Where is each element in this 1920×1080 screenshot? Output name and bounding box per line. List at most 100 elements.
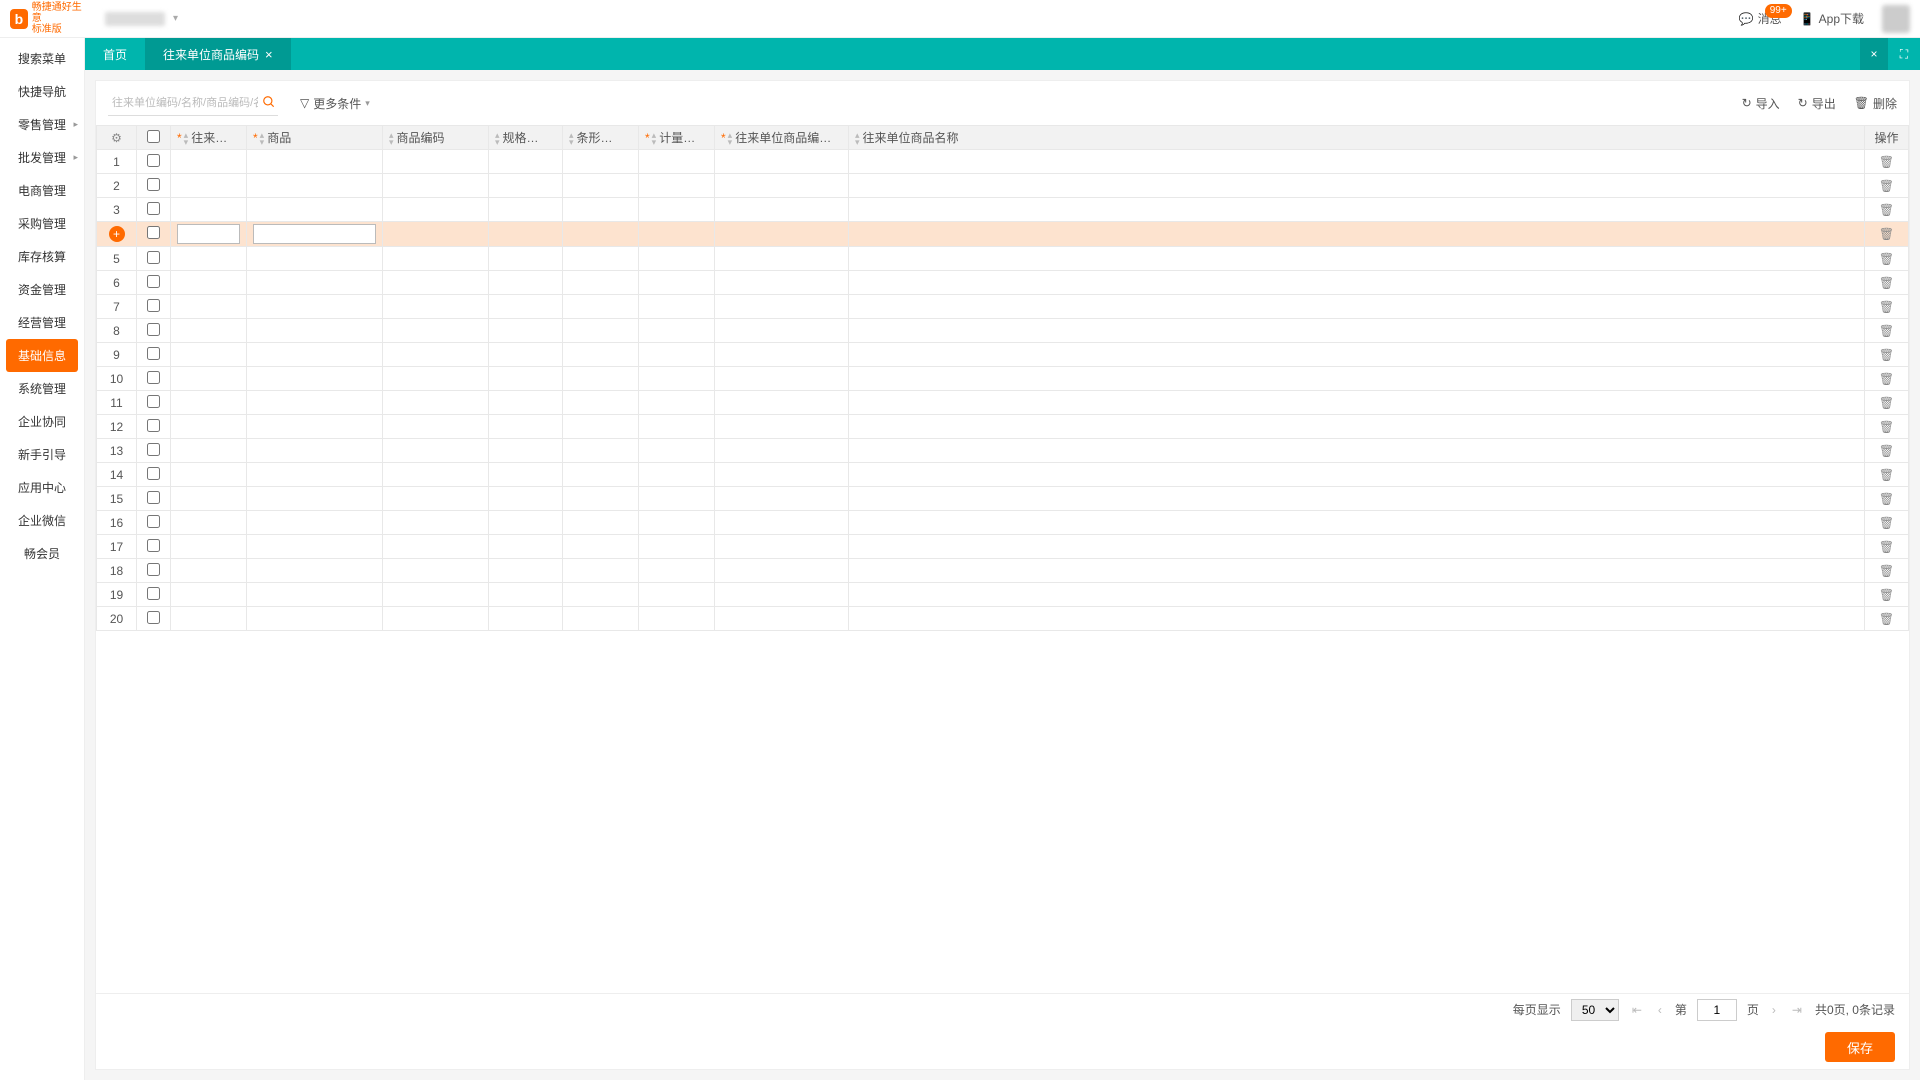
cell[interactable]: [715, 583, 849, 607]
table-row[interactable]: 12🗑: [97, 415, 1909, 439]
cell-edit-input[interactable]: [177, 224, 240, 244]
row-checkbox[interactable]: [147, 491, 160, 504]
cell[interactable]: [247, 439, 383, 463]
cell[interactable]: [563, 487, 639, 511]
cell[interactable]: [247, 174, 383, 198]
cell[interactable]: [639, 559, 715, 583]
cell[interactable]: [639, 271, 715, 295]
cell[interactable]: [489, 198, 563, 222]
cell[interactable]: [247, 150, 383, 174]
cell[interactable]: [849, 319, 1865, 343]
cell[interactable]: [489, 535, 563, 559]
cell[interactable]: [171, 607, 247, 631]
cell[interactable]: [715, 319, 849, 343]
cell[interactable]: [639, 367, 715, 391]
trash-icon[interactable]: 🗑: [1871, 300, 1902, 314]
cell[interactable]: [171, 391, 247, 415]
cell[interactable]: [563, 174, 639, 198]
trash-icon[interactable]: 🗑: [1871, 516, 1902, 530]
trash-icon[interactable]: 🗑: [1871, 540, 1902, 554]
cell[interactable]: [715, 511, 849, 535]
sidebar-item-12[interactable]: 新手引导: [0, 438, 84, 471]
cell[interactable]: [563, 247, 639, 271]
sidebar-item-1[interactable]: 快捷导航: [0, 75, 84, 108]
row-checkbox[interactable]: [147, 154, 160, 167]
row-checkbox[interactable]: [147, 347, 160, 360]
cell[interactable]: [383, 198, 489, 222]
cell[interactable]: [489, 511, 563, 535]
cell[interactable]: [383, 271, 489, 295]
cell[interactable]: [383, 174, 489, 198]
cell[interactable]: [171, 535, 247, 559]
cell[interactable]: [489, 150, 563, 174]
cell[interactable]: [489, 174, 563, 198]
cell[interactable]: [563, 607, 639, 631]
page-first-icon[interactable]: ⇤: [1629, 1003, 1645, 1017]
cell[interactable]: [383, 511, 489, 535]
table-row[interactable]: 16🗑: [97, 511, 1909, 535]
cell[interactable]: [383, 150, 489, 174]
table-row[interactable]: 6🗑: [97, 271, 1909, 295]
cell[interactable]: [247, 583, 383, 607]
cell[interactable]: [849, 391, 1865, 415]
cell[interactable]: [563, 150, 639, 174]
cell[interactable]: [715, 463, 849, 487]
cell[interactable]: [563, 391, 639, 415]
trash-icon[interactable]: 🗑: [1871, 588, 1902, 602]
table-row[interactable]: 10🗑: [97, 367, 1909, 391]
table-row[interactable]: 5🗑: [97, 247, 1909, 271]
cell[interactable]: [171, 463, 247, 487]
cell[interactable]: [715, 391, 849, 415]
cell[interactable]: [563, 535, 639, 559]
cell[interactable]: [563, 583, 639, 607]
cell[interactable]: [383, 487, 489, 511]
cell[interactable]: [171, 583, 247, 607]
table-row[interactable]: 3🗑: [97, 198, 1909, 222]
row-checkbox[interactable]: [147, 275, 160, 288]
cell[interactable]: [489, 295, 563, 319]
trash-icon[interactable]: 🗑: [1871, 227, 1902, 241]
row-checkbox[interactable]: [147, 395, 160, 408]
cell[interactable]: [171, 439, 247, 463]
cell[interactable]: [383, 583, 489, 607]
import-button[interactable]: ↻ 导入: [1742, 95, 1780, 112]
row-checkbox[interactable]: [147, 611, 160, 624]
app-download-button[interactable]: 📱 App下载: [1800, 10, 1864, 27]
cell[interactable]: [639, 607, 715, 631]
cell[interactable]: [849, 583, 1865, 607]
cell[interactable]: [489, 222, 563, 247]
add-row-icon[interactable]: +: [109, 226, 125, 242]
cell[interactable]: [489, 271, 563, 295]
row-checkbox[interactable]: [147, 539, 160, 552]
trash-icon[interactable]: 🗑: [1871, 444, 1902, 458]
table-row[interactable]: 11🗑: [97, 391, 1909, 415]
cell[interactable]: [247, 295, 383, 319]
trash-icon[interactable]: 🗑: [1871, 348, 1902, 362]
cell[interactable]: [849, 439, 1865, 463]
cell[interactable]: [489, 487, 563, 511]
cell[interactable]: [715, 487, 849, 511]
cell[interactable]: [171, 150, 247, 174]
col-select-all[interactable]: [137, 126, 171, 150]
trash-icon[interactable]: 🗑: [1871, 276, 1902, 290]
cell[interactable]: [715, 415, 849, 439]
cell[interactable]: [715, 439, 849, 463]
cell[interactable]: [383, 439, 489, 463]
cell[interactable]: [715, 535, 849, 559]
tab-current[interactable]: 往来单位商品编码 ×: [145, 38, 291, 70]
sidebar-item-14[interactable]: 企业微信: [0, 504, 84, 537]
cell[interactable]: [171, 367, 247, 391]
cell[interactable]: [489, 247, 563, 271]
cell[interactable]: [563, 295, 639, 319]
page-last-icon[interactable]: ⇥: [1789, 1003, 1805, 1017]
cell[interactable]: [247, 198, 383, 222]
cell[interactable]: [849, 271, 1865, 295]
cell[interactable]: [849, 295, 1865, 319]
sidebar-item-0[interactable]: 搜索菜单: [0, 42, 84, 75]
trash-icon[interactable]: 🗑: [1871, 179, 1902, 193]
cell[interactable]: [715, 198, 849, 222]
cell[interactable]: [383, 607, 489, 631]
cell[interactable]: [247, 487, 383, 511]
cell[interactable]: [639, 415, 715, 439]
sidebar-item-15[interactable]: 畅会员: [0, 537, 84, 570]
